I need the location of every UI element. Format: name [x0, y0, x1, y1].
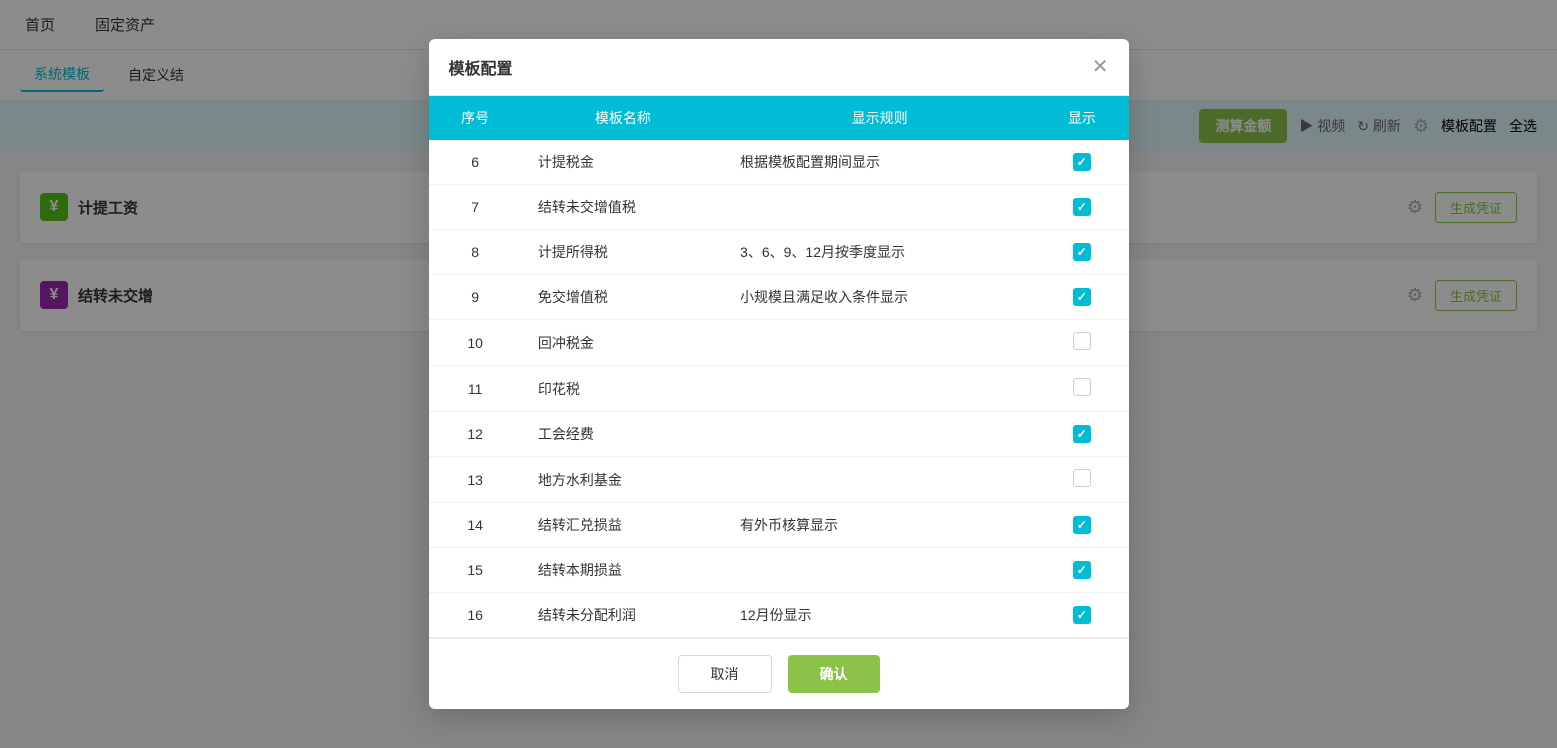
modal-overlay: 模板配置 ✕ 序号 模板名称 显示规则 显示 6计提税金根据模板配置期间显示7结… — [0, 0, 1557, 748]
cell-rule: 小规模且满足收入条件显示 — [724, 275, 1035, 320]
cell-rule — [724, 320, 1035, 366]
cell-checkbox[interactable] — [1035, 366, 1128, 412]
checkbox-checked[interactable] — [1073, 198, 1091, 216]
cell-checkbox[interactable] — [1035, 412, 1128, 457]
cell-checkbox[interactable] — [1035, 140, 1128, 185]
cell-name: 计提税金 — [522, 140, 724, 185]
cell-checkbox[interactable] — [1035, 320, 1128, 366]
col-header-rule: 显示规则 — [724, 96, 1035, 140]
table-row: 10回冲税金 — [429, 320, 1129, 366]
cell-checkbox[interactable] — [1035, 230, 1128, 275]
table-row: 16结转未分配利润12月份显示 — [429, 593, 1129, 638]
table-row: 12工会经费 — [429, 412, 1129, 457]
cell-id: 13 — [429, 457, 522, 503]
modal-header: 模板配置 ✕ — [429, 39, 1129, 96]
cell-checkbox[interactable] — [1035, 503, 1128, 548]
cell-checkbox[interactable] — [1035, 548, 1128, 593]
modal-close-button[interactable]: ✕ — [1092, 57, 1109, 77]
cell-name: 结转汇兑损益 — [522, 503, 724, 548]
cell-id: 16 — [429, 593, 522, 638]
checkbox-checked[interactable] — [1073, 561, 1091, 579]
checkbox-checked[interactable] — [1073, 153, 1091, 171]
cell-checkbox[interactable] — [1035, 185, 1128, 230]
cancel-button[interactable]: 取消 — [678, 655, 772, 693]
cell-checkbox[interactable] — [1035, 593, 1128, 638]
cell-rule — [724, 185, 1035, 230]
cell-rule: 根据模板配置期间显示 — [724, 140, 1035, 185]
table-row: 15结转本期损益 — [429, 548, 1129, 593]
checkbox-checked[interactable] — [1073, 288, 1091, 306]
col-header-name: 模板名称 — [522, 96, 724, 140]
cell-rule: 3、6、9、12月按季度显示 — [724, 230, 1035, 275]
cell-rule — [724, 366, 1035, 412]
cell-id: 10 — [429, 320, 522, 366]
cell-id: 12 — [429, 412, 522, 457]
cell-name: 地方水利基金 — [522, 457, 724, 503]
cell-id: 9 — [429, 275, 522, 320]
table-row: 11印花税 — [429, 366, 1129, 412]
cell-id: 8 — [429, 230, 522, 275]
cell-name: 结转未分配利润 — [522, 593, 724, 638]
modal-template-config: 模板配置 ✕ 序号 模板名称 显示规则 显示 6计提税金根据模板配置期间显示7结… — [429, 39, 1129, 709]
checkbox-checked[interactable] — [1073, 243, 1091, 261]
table-row: 8计提所得税3、6、9、12月按季度显示 — [429, 230, 1129, 275]
cell-rule — [724, 457, 1035, 503]
cell-id: 11 — [429, 366, 522, 412]
table-row: 6计提税金根据模板配置期间显示 — [429, 140, 1129, 185]
checkbox-checked[interactable] — [1073, 516, 1091, 534]
cell-checkbox[interactable] — [1035, 457, 1128, 503]
col-header-id: 序号 — [429, 96, 522, 140]
cell-id: 14 — [429, 503, 522, 548]
cell-id: 7 — [429, 185, 522, 230]
checkbox-checked[interactable] — [1073, 425, 1091, 443]
table-header-row: 序号 模板名称 显示规则 显示 — [429, 96, 1129, 140]
confirm-button[interactable]: 确认 — [788, 655, 880, 693]
config-table: 序号 模板名称 显示规则 显示 6计提税金根据模板配置期间显示7结转未交增值税8… — [429, 96, 1129, 638]
cell-name: 结转本期损益 — [522, 548, 724, 593]
cell-id: 15 — [429, 548, 522, 593]
modal-body: 序号 模板名称 显示规则 显示 6计提税金根据模板配置期间显示7结转未交增值税8… — [429, 96, 1129, 638]
checkbox-checked[interactable] — [1073, 606, 1091, 624]
cell-name: 计提所得税 — [522, 230, 724, 275]
table-row: 7结转未交增值税 — [429, 185, 1129, 230]
cell-name: 印花税 — [522, 366, 724, 412]
table-row: 9免交增值税小规模且满足收入条件显示 — [429, 275, 1129, 320]
modal-title: 模板配置 — [449, 55, 513, 79]
col-header-display: 显示 — [1035, 96, 1128, 140]
checkbox-unchecked[interactable] — [1073, 469, 1091, 487]
cell-rule: 有外币核算显示 — [724, 503, 1035, 548]
table-row: 13地方水利基金 — [429, 457, 1129, 503]
cell-name: 回冲税金 — [522, 320, 724, 366]
cell-name: 工会经费 — [522, 412, 724, 457]
cell-id: 6 — [429, 140, 522, 185]
cell-name: 免交增值税 — [522, 275, 724, 320]
checkbox-unchecked[interactable] — [1073, 378, 1091, 396]
cell-rule — [724, 412, 1035, 457]
cell-rule: 12月份显示 — [724, 593, 1035, 638]
cell-name: 结转未交增值税 — [522, 185, 724, 230]
table-row: 14结转汇兑损益有外币核算显示 — [429, 503, 1129, 548]
checkbox-unchecked[interactable] — [1073, 332, 1091, 350]
cell-checkbox[interactable] — [1035, 275, 1128, 320]
modal-footer: 取消 确认 — [429, 638, 1129, 709]
cell-rule — [724, 548, 1035, 593]
